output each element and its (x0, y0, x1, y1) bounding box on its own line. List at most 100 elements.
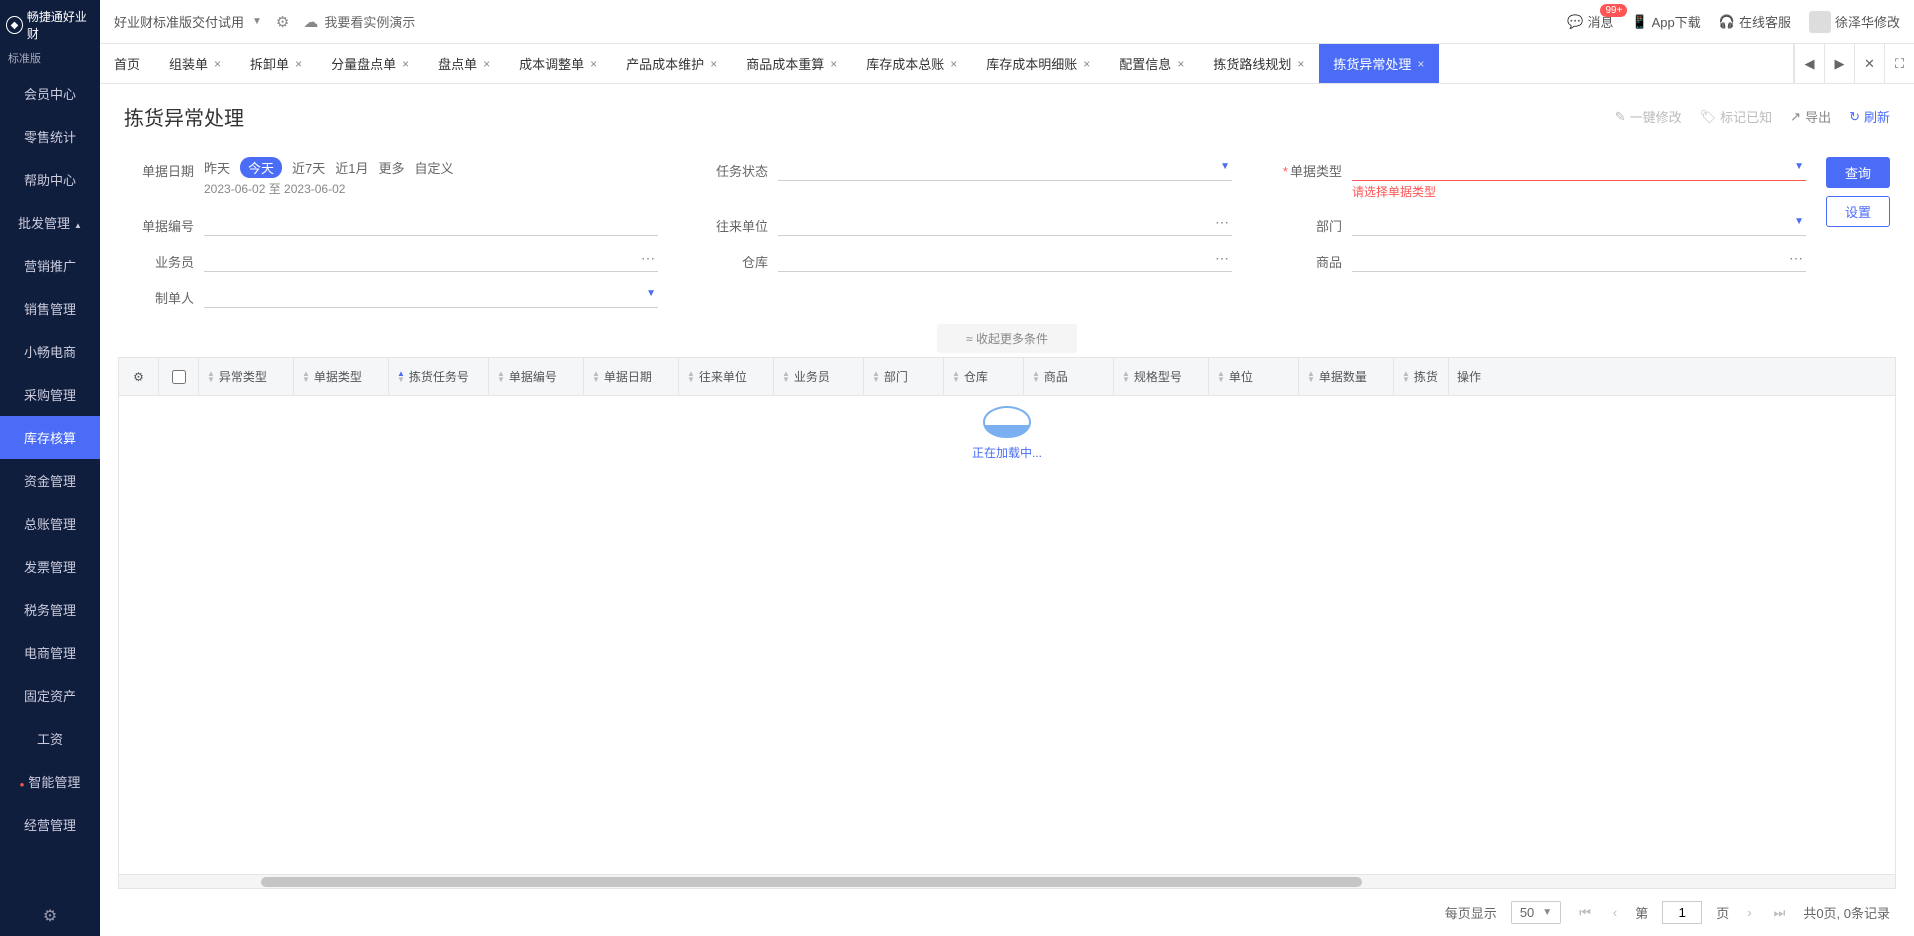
tab[interactable]: 分量盘点单 × (317, 44, 424, 83)
sidebar-item[interactable]: 总账管理 (0, 502, 100, 545)
table-column-header[interactable]: ▲▼规格型号 (1114, 358, 1209, 395)
table-column-header[interactable]: ▲▼单据编号 (489, 358, 584, 395)
tab-close-icon[interactable]: × (950, 57, 957, 71)
salesman-input[interactable] (204, 248, 658, 272)
batch-edit-button[interactable]: ✎ 一键修改 (1615, 107, 1682, 126)
topbar-settings-icon[interactable]: ⚙ (276, 13, 289, 31)
sidebar-settings-icon[interactable]: ⚙ (0, 896, 100, 936)
tab-close-icon[interactable]: × (295, 57, 302, 71)
page-last-button[interactable]: ⏭ (1770, 905, 1790, 921)
table-column-header[interactable]: ▲▼商品 (1024, 358, 1114, 395)
sidebar-item[interactable]: 库存核算 (0, 416, 100, 459)
horizontal-scrollbar[interactable] (119, 874, 1895, 888)
demo-link[interactable]: ☁ 我要看实例演示 (303, 12, 415, 31)
page-first-button[interactable]: ⏮ (1575, 905, 1595, 921)
sidebar-item[interactable]: 经营管理 (0, 803, 100, 846)
tab-close-icon[interactable]: × (1297, 57, 1304, 71)
collapse-filters-button[interactable]: ≈ 收起更多条件 (937, 324, 1077, 353)
table-column-header[interactable]: ▲▼拣货 (1394, 358, 1449, 395)
sidebar-item[interactable]: 销售管理 (0, 287, 100, 330)
sidebar-item[interactable]: 帮助中心 (0, 158, 100, 201)
sidebar-item[interactable]: 营销推广 (0, 244, 100, 287)
tab[interactable]: 成本调整单 × (505, 44, 612, 83)
warehouse-input[interactable] (778, 248, 1232, 272)
creator-select[interactable] (204, 284, 658, 308)
table-settings-icon[interactable]: ⚙ (119, 358, 159, 395)
table-column-header[interactable]: ▲▼拣货任务号 (389, 358, 489, 395)
tab-close-icon[interactable]: × (483, 57, 490, 71)
tab[interactable]: 配置信息 × (1105, 44, 1199, 83)
tab-close-icon[interactable]: × (1417, 57, 1424, 71)
more-icon[interactable]: ⋯ (1215, 250, 1230, 267)
sidebar-item[interactable]: 批发管理 (0, 201, 100, 244)
table-column-header[interactable]: ▲▼仓库 (944, 358, 1024, 395)
export-button[interactable]: ↗ 导出 (1790, 107, 1831, 126)
table-column-header[interactable]: ▲▼单据数量 (1299, 358, 1394, 395)
table-column-header[interactable]: ▲▼部门 (864, 358, 944, 395)
select-all-checkbox[interactable] (159, 358, 199, 395)
table-column-header[interactable]: ▲▼单位 (1209, 358, 1299, 395)
sidebar-item[interactable]: 固定资产 (0, 674, 100, 717)
tab[interactable]: 商品成本重算 × (732, 44, 852, 83)
tab[interactable]: 拣货异常处理 × (1319, 44, 1439, 83)
tab-close-icon[interactable]: × (1177, 57, 1184, 71)
date-option[interactable]: 近7天 (292, 158, 325, 177)
support-button[interactable]: 🎧 在线客服 (1719, 12, 1791, 31)
sidebar-item[interactable]: 智能管理 (0, 760, 100, 803)
page-prev-button[interactable]: ‹ (1609, 905, 1621, 920)
date-option[interactable]: 近1月 (335, 158, 368, 177)
more-icon[interactable]: ⋯ (1215, 214, 1230, 231)
tabs-prev-button[interactable]: ◀ (1794, 44, 1824, 83)
doc-type-select[interactable] (1352, 157, 1806, 181)
table-column-header[interactable]: ▲▼往来单位 (679, 358, 774, 395)
date-option[interactable]: 今天 (240, 157, 282, 178)
date-option[interactable]: 昨天 (204, 158, 230, 177)
query-button[interactable]: 查询 (1826, 157, 1890, 188)
sidebar-item[interactable]: 发票管理 (0, 545, 100, 588)
tab-close-icon[interactable]: × (1083, 57, 1090, 71)
product-selector[interactable]: 好业财标准版交付试用 ▼ (114, 12, 262, 31)
task-status-select[interactable] (778, 157, 1232, 181)
messages-button[interactable]: 💬 消息 99+ (1567, 12, 1613, 31)
product-input[interactable] (1352, 248, 1806, 272)
tab-close-icon[interactable]: × (214, 57, 221, 71)
table-column-header[interactable]: ▲▼异常类型 (199, 358, 294, 395)
partner-input[interactable] (778, 212, 1232, 236)
table-column-header[interactable]: ▲▼单据日期 (584, 358, 679, 395)
tab-close-icon[interactable]: × (830, 57, 837, 71)
tabs-close-button[interactable]: ✕ (1854, 44, 1884, 83)
dept-select[interactable] (1352, 212, 1806, 236)
scrollbar-thumb[interactable] (261, 877, 1362, 887)
sidebar-item[interactable]: 电商管理 (0, 631, 100, 674)
table-column-header[interactable]: ▲▼业务员 (774, 358, 864, 395)
sidebar-item[interactable]: 采购管理 (0, 373, 100, 416)
tab[interactable]: 库存成本明细账 × (972, 44, 1105, 83)
per-page-select[interactable]: 50 ▼ (1511, 901, 1561, 924)
tab[interactable]: 盘点单 × (424, 44, 505, 83)
sidebar-item[interactable]: 工资 (0, 717, 100, 760)
page-next-button[interactable]: › (1743, 905, 1755, 920)
more-icon[interactable]: ⋯ (1789, 250, 1804, 267)
tab[interactable]: 拣货路线规划 × (1199, 44, 1319, 83)
tab[interactable]: 拆卸单 × (236, 44, 317, 83)
tab-close-icon[interactable]: × (402, 57, 409, 71)
settings-button[interactable]: 设置 (1826, 196, 1890, 227)
tab[interactable]: 首页 (100, 44, 155, 83)
sidebar-item[interactable]: 零售统计 (0, 115, 100, 158)
mark-known-button[interactable]: 🏷 标记已知 (1700, 107, 1773, 126)
app-download-button[interactable]: 📱 App下载 (1631, 12, 1700, 31)
tab[interactable]: 组装单 × (155, 44, 236, 83)
more-icon[interactable]: ⋯ (641, 250, 656, 267)
user-menu[interactable]: 徐泽华修改 (1809, 11, 1900, 33)
table-column-header[interactable]: ▲▼单据类型 (294, 358, 389, 395)
sidebar-item[interactable]: 税务管理 (0, 588, 100, 631)
date-option[interactable]: 自定义 (415, 158, 454, 177)
page-input[interactable] (1662, 901, 1702, 924)
tab-close-icon[interactable]: × (590, 57, 597, 71)
sidebar-item[interactable]: 会员中心 (0, 72, 100, 115)
tab[interactable]: 产品成本维护 × (612, 44, 732, 83)
date-option[interactable]: 更多 (379, 158, 405, 177)
tabs-fullscreen-button[interactable]: ⛶ (1884, 44, 1914, 83)
sidebar-item[interactable]: 资金管理 (0, 459, 100, 502)
sidebar-item[interactable]: 小畅电商 (0, 330, 100, 373)
